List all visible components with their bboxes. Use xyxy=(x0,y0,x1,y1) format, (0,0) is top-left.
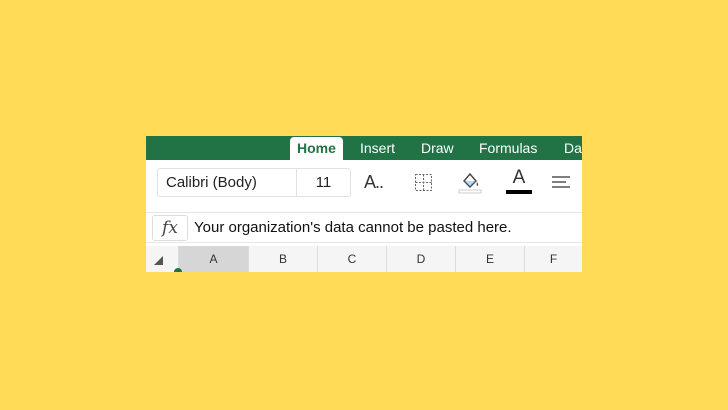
align-icon[interactable] xyxy=(550,169,572,195)
font-size-field[interactable]: 11 xyxy=(297,169,350,196)
font-picker: Calibri (Body) 11 xyxy=(157,168,351,197)
font-name-field[interactable]: Calibri (Body) xyxy=(166,169,257,196)
borders-icon[interactable] xyxy=(414,169,434,195)
tab-data[interactable]: Da xyxy=(564,136,582,160)
column-header-f[interactable]: F xyxy=(524,246,582,272)
font-color-label: A xyxy=(512,167,526,188)
column-header-c[interactable]: C xyxy=(317,246,386,272)
column-header-b[interactable]: B xyxy=(248,246,317,272)
selection-handle[interactable] xyxy=(174,268,182,272)
select-all-corner[interactable] xyxy=(146,246,178,272)
tab-insert[interactable]: Insert xyxy=(360,136,395,160)
column-header-d[interactable]: D xyxy=(386,246,455,272)
tab-home[interactable]: Home xyxy=(290,137,343,160)
fx-icon[interactable]: fx xyxy=(152,215,188,241)
column-header-row: A B C D E F xyxy=(146,246,582,272)
select-all-triangle-icon xyxy=(154,256,163,265)
formula-bar: fx Your organization's data cannot be pa… xyxy=(146,212,582,243)
tab-formulas[interactable]: Formulas xyxy=(479,136,537,160)
font-size-icon-label: A.. xyxy=(364,172,384,192)
column-header-e[interactable]: E xyxy=(455,246,524,272)
fill-color-icon[interactable] xyxy=(458,169,482,195)
formula-input[interactable]: Your organization's data cannot be paste… xyxy=(194,213,512,242)
tab-draw[interactable]: Draw xyxy=(421,136,454,160)
column-header-a[interactable]: A xyxy=(178,246,248,272)
ribbon-tab-bar: Home Insert Draw Formulas Da xyxy=(146,136,582,160)
excel-window: Home Insert Draw Formulas Da Calibri (Bo… xyxy=(146,136,582,272)
font-size-icon[interactable]: A.. xyxy=(364,169,390,195)
font-color-icon[interactable]: A xyxy=(506,167,532,195)
font-color-swatch xyxy=(506,190,532,194)
home-toolbar: Calibri (Body) 11 A.. A xyxy=(146,160,582,204)
